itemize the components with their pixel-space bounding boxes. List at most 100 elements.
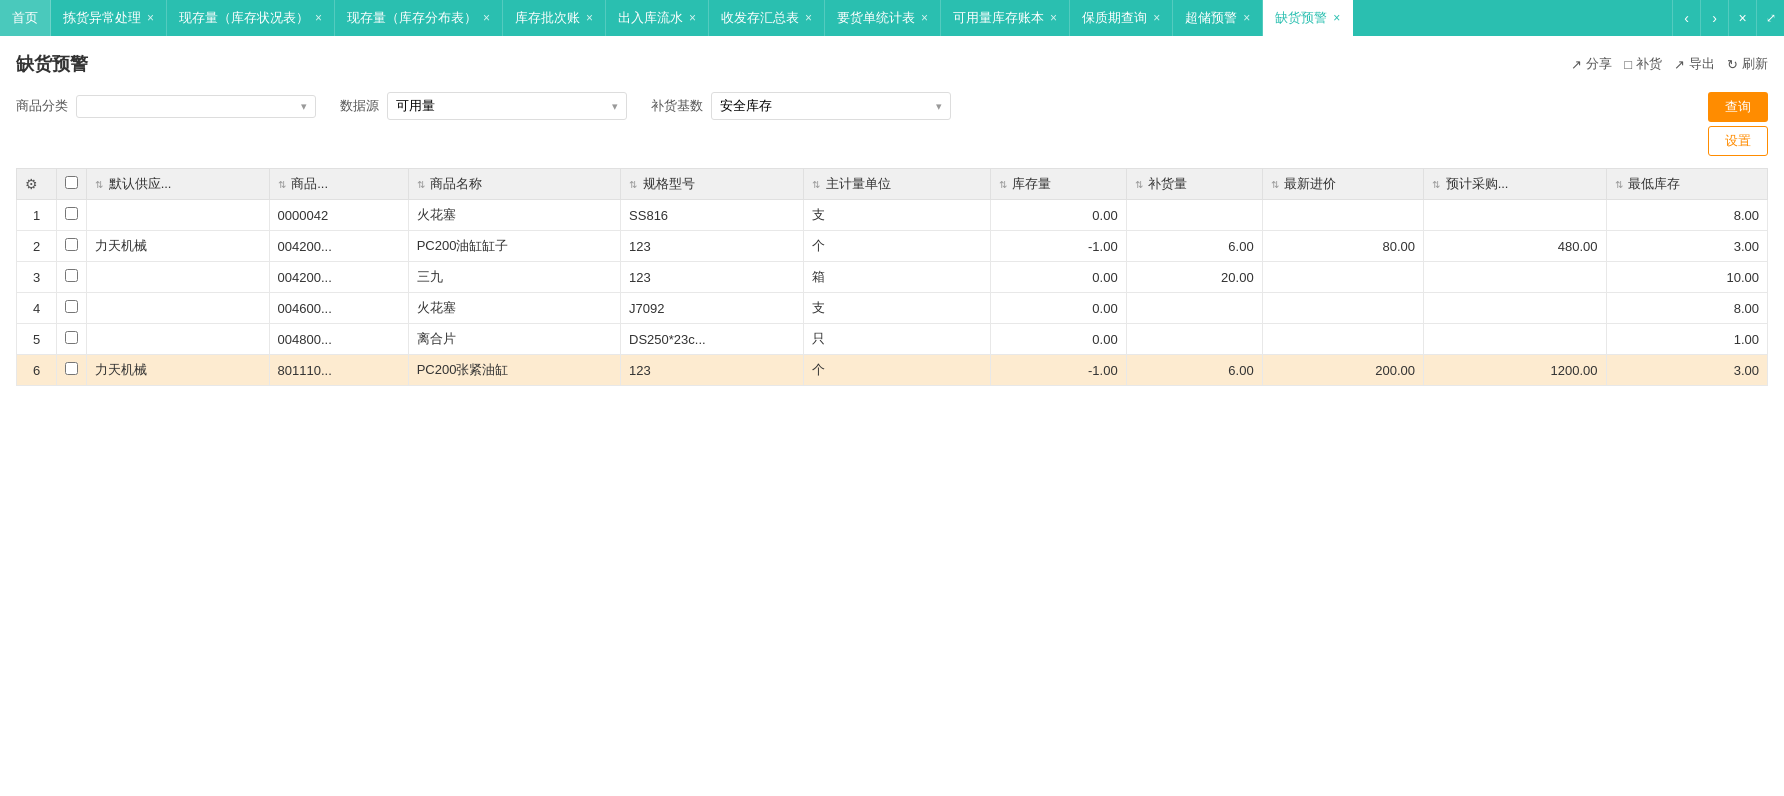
spec-sort-icon[interactable]: ⇅ (629, 179, 637, 190)
export-button[interactable]: ↗ 导出 (1674, 55, 1715, 73)
row-replenish-5: 6.00 (1126, 355, 1262, 386)
row-unit-1: 个 (803, 231, 990, 262)
th-stock: ⇅ 库存量 (990, 169, 1126, 200)
tab-close-batch-account[interactable]: × (586, 12, 593, 24)
filter-groups: 商品分类 ▾ 数据源 可用量 ▾ 补货基数 安全库存 ▾ (16, 92, 1708, 120)
tab-overstock[interactable]: 超储预警 × (1173, 0, 1263, 36)
row-checkbox-3[interactable] (65, 300, 78, 313)
row-goods-code-5: 801110... (269, 355, 408, 386)
header-actions: ↗ 分享 □ 补货 ↗ 导出 ↻ 刷新 (1571, 55, 1768, 73)
row-stock-3: 0.00 (990, 293, 1126, 324)
row-goods-name-1: PC200油缸缸子 (408, 231, 620, 262)
row-goods-name-3: 火花塞 (408, 293, 620, 324)
tab-prev-button[interactable]: ‹ (1672, 0, 1700, 36)
table-row: 4 004600... 火花塞 J7092 支 0.00 8.00 (17, 293, 1768, 324)
tab-close-collect-summary[interactable]: × (805, 12, 812, 24)
category-select[interactable]: ▾ (76, 95, 316, 118)
replenish-base-chevron-icon: ▾ (936, 100, 942, 113)
goods-code-sort-icon[interactable]: ⇅ (278, 179, 286, 190)
row-unit-3: 支 (803, 293, 990, 324)
tab-batch-account[interactable]: 库存批次账 × (503, 0, 606, 36)
tab-expiry-query[interactable]: 保质期查询 × (1070, 0, 1173, 36)
latest-price-sort-icon[interactable]: ⇅ (1271, 179, 1279, 190)
select-all-checkbox[interactable] (65, 176, 78, 189)
th-goods-code: ⇅ 商品... (269, 169, 408, 200)
row-unit-0: 支 (803, 200, 990, 231)
share-icon: ↗ (1571, 57, 1582, 72)
row-replenish-2: 20.00 (1126, 262, 1262, 293)
row-checkbox-cell-2 (57, 262, 87, 293)
row-stock-2: 0.00 (990, 262, 1126, 293)
query-button[interactable]: 查询 (1708, 92, 1768, 122)
tab-close-order-stats[interactable]: × (921, 12, 928, 24)
replenish-sort-icon[interactable]: ⇅ (1135, 179, 1143, 190)
tab-collect-summary[interactable]: 收发存汇总表 × (709, 0, 825, 36)
replenish-button[interactable]: □ 补货 (1624, 55, 1662, 73)
row-goods-code-0: 0000042 (269, 200, 408, 231)
share-button[interactable]: ↗ 分享 (1571, 55, 1612, 73)
row-checkbox-4[interactable] (65, 331, 78, 344)
th-spec: ⇅ 规格型号 (621, 169, 804, 200)
row-checkbox-0[interactable] (65, 207, 78, 220)
row-goods-name-4: 离合片 (408, 324, 620, 355)
tab-home[interactable]: 首页 (0, 0, 51, 36)
tab-close-overstock[interactable]: × (1243, 12, 1250, 24)
tab-next-button[interactable]: › (1700, 0, 1728, 36)
row-est-purchase-4 (1424, 324, 1607, 355)
tab-inventory-status[interactable]: 现存量（库存状况表） × (167, 0, 335, 36)
tab-close-abnormal[interactable]: × (147, 12, 154, 24)
replenish-base-select[interactable]: 安全库存 ▾ (711, 92, 951, 120)
table-body: 1 0000042 火花塞 SS816 支 0.00 8.00 2 力天机械 0… (17, 200, 1768, 386)
tab-expand-button[interactable]: ⤢ (1756, 0, 1784, 36)
row-checkbox-2[interactable] (65, 269, 78, 282)
row-replenish-3 (1126, 293, 1262, 324)
row-stock-5: -1.00 (990, 355, 1126, 386)
row-checkbox-1[interactable] (65, 238, 78, 251)
tab-close-inventory-status[interactable]: × (315, 12, 322, 24)
row-latest-price-1: 80.00 (1262, 231, 1423, 262)
stock-sort-icon[interactable]: ⇅ (999, 179, 1007, 190)
row-checkbox-cell-0 (57, 200, 87, 231)
tab-inventory-dist[interactable]: 现存量（库存分布表） × (335, 0, 503, 36)
tab-close-inout-flow[interactable]: × (689, 12, 696, 24)
row-latest-price-0 (1262, 200, 1423, 231)
tab-order-stats[interactable]: 要货单统计表 × (825, 0, 941, 36)
page-container: 缺货预警 ↗ 分享 □ 补货 ↗ 导出 ↻ 刷新 商品分类 (0, 36, 1784, 796)
row-stock-1: -1.00 (990, 231, 1126, 262)
th-min-stock: ⇅ 最低库存 (1606, 169, 1767, 200)
table-row: 3 004200... 三九 123 箱 0.00 20.00 10.00 (17, 262, 1768, 293)
row-checkbox-cell-4 (57, 324, 87, 355)
table-settings-icon[interactable]: ⚙ (25, 176, 38, 192)
replenish-icon: □ (1624, 57, 1632, 72)
row-replenish-0 (1126, 200, 1262, 231)
row-supplier-2 (87, 262, 270, 293)
min-stock-sort-icon[interactable]: ⇅ (1615, 179, 1623, 190)
tab-shortage[interactable]: 缺货预警 × (1263, 0, 1353, 36)
refresh-button[interactable]: ↻ 刷新 (1727, 55, 1768, 73)
supplier-sort-icon[interactable]: ⇅ (95, 179, 103, 190)
row-min-stock-3: 8.00 (1606, 293, 1767, 324)
th-unit: ⇅ 主计量单位 (803, 169, 990, 200)
datasource-value: 可用量 (396, 97, 556, 115)
row-num-1: 2 (17, 231, 57, 262)
tab-close-all-button[interactable]: × (1728, 0, 1756, 36)
row-checkbox-5[interactable] (65, 362, 78, 375)
tab-close-expiry-query[interactable]: × (1153, 12, 1160, 24)
row-supplier-0 (87, 200, 270, 231)
tab-close-inventory-dist[interactable]: × (483, 12, 490, 24)
row-supplier-1: 力天机械 (87, 231, 270, 262)
row-spec-3: J7092 (621, 293, 804, 324)
tab-inout-flow[interactable]: 出入库流水 × (606, 0, 709, 36)
unit-sort-icon[interactable]: ⇅ (812, 179, 820, 190)
tab-close-shortage[interactable]: × (1333, 12, 1340, 24)
goods-name-sort-icon[interactable]: ⇅ (417, 179, 425, 190)
tab-abnormal[interactable]: 拣货异常处理 × (51, 0, 167, 36)
th-checkbox (57, 169, 87, 200)
tab-available-ledger[interactable]: 可用量库存账本 × (941, 0, 1070, 36)
row-est-purchase-5: 1200.00 (1424, 355, 1607, 386)
row-supplier-3 (87, 293, 270, 324)
est-purchase-sort-icon[interactable]: ⇅ (1432, 179, 1440, 190)
settings-button[interactable]: 设置 (1708, 126, 1768, 156)
datasource-select[interactable]: 可用量 ▾ (387, 92, 627, 120)
tab-close-available-ledger[interactable]: × (1050, 12, 1057, 24)
